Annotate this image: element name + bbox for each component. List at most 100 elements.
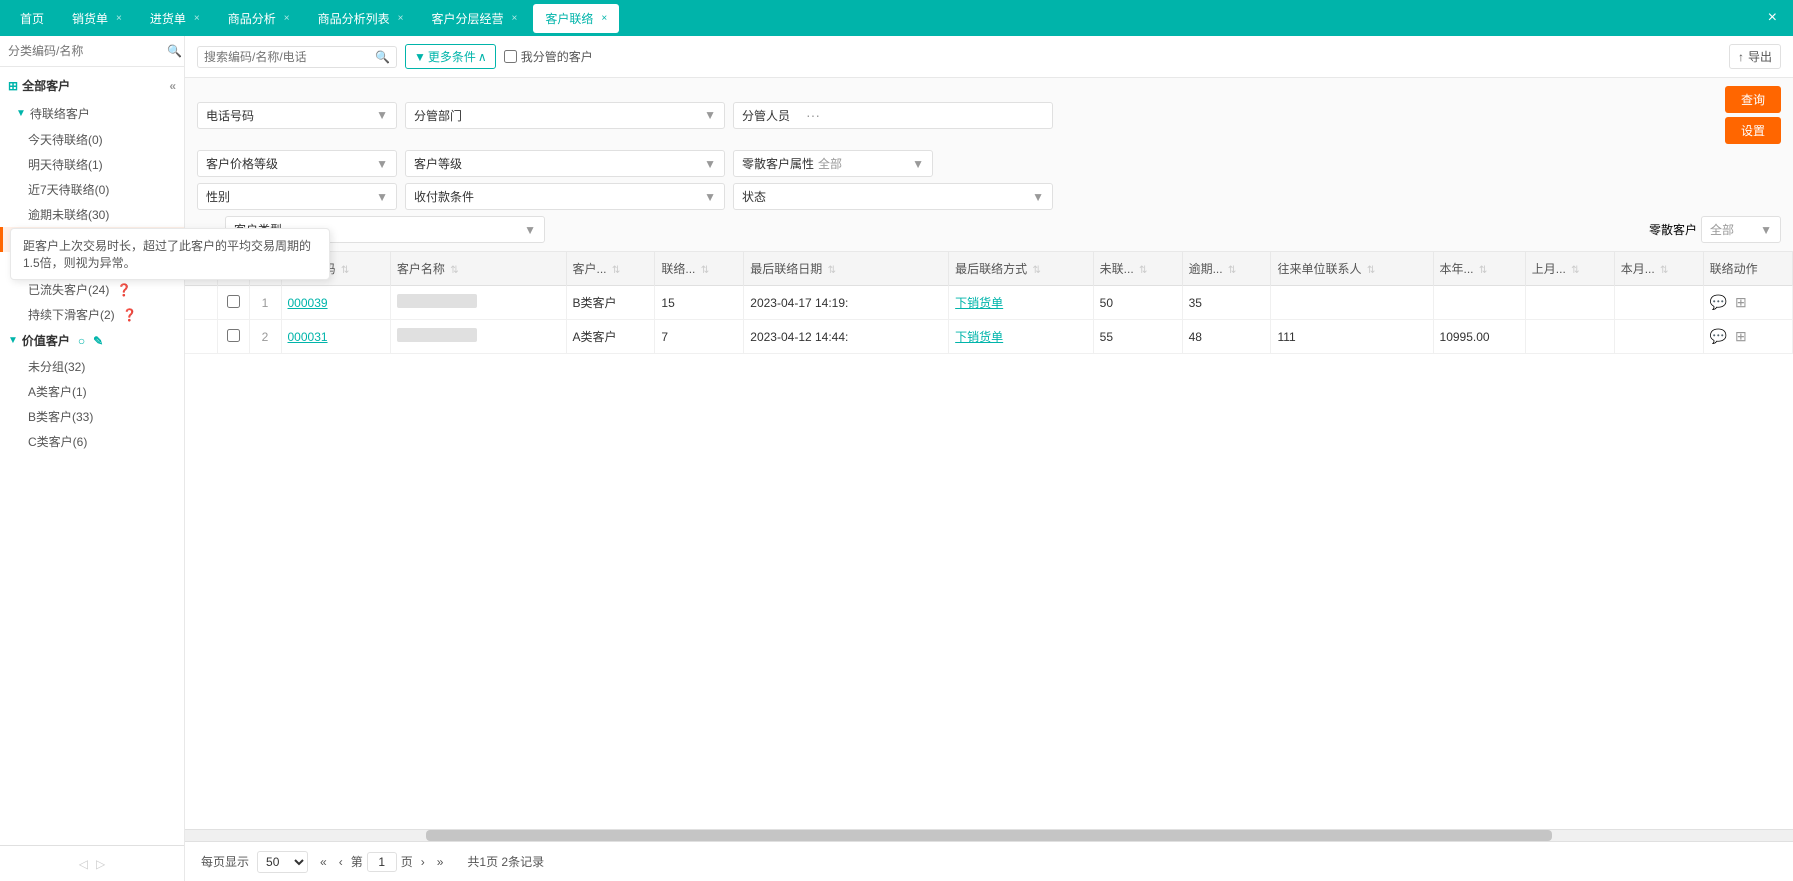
col-customer-type[interactable]: 客户... ⇅ bbox=[566, 252, 655, 286]
col-overdue[interactable]: 逾期... ⇅ bbox=[1182, 252, 1271, 286]
overdue-pending[interactable]: 逾期未联络(30) bbox=[0, 202, 184, 227]
value-customer-edit-icon[interactable]: ○ bbox=[78, 334, 85, 348]
customer-search-icon[interactable]: 🔍 bbox=[375, 50, 390, 64]
settings-button[interactable]: 设置 bbox=[1725, 117, 1781, 144]
row2-unread: 55 bbox=[1093, 320, 1182, 354]
row2-name[interactable] bbox=[390, 320, 566, 354]
customer-search-input[interactable] bbox=[204, 50, 371, 64]
nav-product-analysis-list[interactable]: 商品分析列表 × bbox=[306, 4, 416, 33]
unclassified-customers[interactable]: 未分组(32) bbox=[0, 354, 184, 379]
sidebar-search-icon[interactable]: 🔍 bbox=[167, 44, 182, 58]
row1-checkbox[interactable] bbox=[217, 286, 249, 320]
advanced-filter-panel: 电话号码 ▼ 分管部门 ▼ 分管人员 ··· 查询 设置 bbox=[185, 78, 1793, 252]
more-conditions-btn[interactable]: ▼ 更多条件 ∧ bbox=[405, 44, 496, 69]
per-page-label: 每页显示 bbox=[201, 853, 249, 870]
next-page-btn[interactable]: › bbox=[417, 853, 429, 871]
tomorrow-pending[interactable]: 明天待联络(1) bbox=[0, 152, 184, 177]
branch-dept-filter[interactable]: 分管部门 ▼ bbox=[405, 102, 725, 129]
horizontal-scrollbar[interactable] bbox=[185, 829, 1793, 841]
row1-grid-icon[interactable]: ⊞ bbox=[1735, 294, 1747, 311]
prev-page-btn[interactable]: ‹ bbox=[335, 853, 347, 871]
today-pending[interactable]: 今天待联络(0) bbox=[0, 127, 184, 152]
class-c-customers[interactable]: C类客户(6) bbox=[0, 429, 184, 454]
already-lost-help-icon[interactable]: ❓ bbox=[117, 283, 132, 297]
col-last-contact-method[interactable]: 最后联络方式 ⇅ bbox=[949, 252, 1094, 286]
value-customer-header[interactable]: ▼ 价值客户 ○ ✎ bbox=[0, 327, 184, 354]
class-a-customers[interactable]: A类客户(1) bbox=[0, 379, 184, 404]
row1-chat-icon[interactable]: 💬 bbox=[1710, 294, 1727, 311]
row1-code[interactable]: 000039 bbox=[281, 286, 390, 320]
row2-code[interactable]: 000031 bbox=[281, 320, 390, 354]
already-lost[interactable]: 已流失客户(24) ❓ bbox=[0, 277, 184, 302]
nav-purchase-order[interactable]: 进货单 × bbox=[138, 4, 212, 33]
table-row: 1 000039 B类客户 15 2023-04-17 14:19: 下销货单 bbox=[185, 286, 1793, 320]
row2-last-contact-method[interactable]: 下销货单 bbox=[949, 320, 1094, 354]
last-page-btn[interactable]: » bbox=[433, 853, 448, 871]
per-page-select[interactable]: 50 100 bbox=[257, 851, 308, 873]
nav-product-analysis[interactable]: 商品分析 × bbox=[216, 4, 302, 33]
sidebar-bottom-toggle[interactable]: ◁ ▷ bbox=[0, 845, 184, 881]
nav-customer-segmentation[interactable]: 客户分层经营 × bbox=[419, 4, 529, 33]
sort-customer-type: ⇅ bbox=[612, 265, 620, 276]
nav-customer-contact[interactable]: 客户联络 × bbox=[533, 4, 619, 33]
row2-chat-icon[interactable]: 💬 bbox=[1710, 328, 1727, 345]
value-customer-settings-icon[interactable]: ✎ bbox=[93, 334, 103, 348]
col-this-year[interactable]: 本年... ⇅ bbox=[1433, 252, 1525, 286]
nav-product-analysis-close[interactable]: × bbox=[284, 13, 290, 24]
nav-sales-order-close[interactable]: × bbox=[116, 13, 122, 24]
payment-terms-filter[interactable]: 收付款条件 ▼ bbox=[405, 183, 725, 210]
nav-home[interactable]: 首页 bbox=[8, 4, 56, 33]
nav-customer-segmentation-close[interactable]: × bbox=[511, 13, 517, 24]
nav-product-analysis-list-close[interactable]: × bbox=[398, 13, 404, 24]
week-pending[interactable]: 近7天待联络(0) bbox=[0, 177, 184, 202]
sidebar-search-bar: 🔍 bbox=[0, 36, 184, 67]
query-settings-buttons: 查询 设置 bbox=[1725, 86, 1781, 144]
pending-contact-section[interactable]: ▼ 待联络客户 bbox=[0, 100, 184, 127]
continuous-down[interactable]: 持续下滑客户(2) ❓ bbox=[0, 302, 184, 327]
row2-last-contact-date: 2023-04-12 14:44: bbox=[744, 320, 949, 354]
current-page-input[interactable]: 1 bbox=[367, 852, 397, 872]
row1-action: 💬 ⊞ bbox=[1703, 286, 1792, 320]
first-page-btn[interactable]: « bbox=[316, 853, 331, 871]
row2-checkbox[interactable] bbox=[217, 320, 249, 354]
customer-level-filter[interactable]: 客户等级 ▼ bbox=[405, 150, 725, 177]
all-customers-header[interactable]: ⊞ 全部客户 « bbox=[0, 71, 184, 100]
col-company-contact[interactable]: 往来单位联系人 ⇅ bbox=[1271, 252, 1433, 286]
col-last-month[interactable]: 上月... ⇅ bbox=[1525, 252, 1614, 286]
customer-price-level-filter[interactable]: 客户价格等级 ▼ bbox=[197, 150, 397, 177]
row1-last-contact-method[interactable]: 下销货单 bbox=[949, 286, 1094, 320]
col-last-contact-date[interactable]: 最后联络日期 ⇅ bbox=[744, 252, 949, 286]
nav-purchase-order-close[interactable]: × bbox=[194, 13, 200, 24]
my-customers-checkbox[interactable] bbox=[504, 50, 517, 63]
row1-select-checkbox[interactable] bbox=[227, 295, 240, 308]
customer-price-level-arrow: ▼ bbox=[376, 157, 388, 171]
row2-grid-icon[interactable]: ⊞ bbox=[1735, 328, 1747, 345]
col-contact[interactable]: 联络... ⇅ bbox=[655, 252, 744, 286]
query-button[interactable]: 查询 bbox=[1725, 86, 1781, 113]
row1-name[interactable] bbox=[390, 286, 566, 320]
window-close-button[interactable]: × bbox=[1760, 9, 1785, 27]
sort-this-month: ⇅ bbox=[1660, 265, 1668, 276]
status-filter[interactable]: 状态 ▼ bbox=[733, 183, 1053, 210]
sidebar-right-arrow: ▷ bbox=[96, 857, 105, 871]
retail-customer-filter[interactable]: 全部 ▼ bbox=[1701, 216, 1781, 243]
phone-filter[interactable]: 电话号码 ▼ bbox=[197, 102, 397, 129]
gender-filter[interactable]: 性别 ▼ bbox=[197, 183, 397, 210]
export-button[interactable]: ↑ 导出 bbox=[1729, 44, 1781, 69]
sidebar-search-input[interactable] bbox=[8, 44, 163, 58]
sidebar-collapse-btn[interactable]: « bbox=[169, 79, 176, 93]
gender-arrow: ▼ bbox=[376, 190, 388, 204]
col-this-month[interactable]: 本月... ⇅ bbox=[1614, 252, 1703, 286]
retail-attr-filter[interactable]: 零散客户属性 全部 ▼ bbox=[733, 150, 933, 177]
class-b-customers[interactable]: B类客户(33) bbox=[0, 404, 184, 429]
branch-person-filter[interactable]: 分管人员 ··· bbox=[733, 102, 1053, 129]
nav-sales-order[interactable]: 销货单 × bbox=[60, 4, 134, 33]
my-customers-checkbox-group[interactable]: 我分管的客户 bbox=[504, 48, 593, 65]
continuous-down-help-icon[interactable]: ❓ bbox=[122, 308, 137, 322]
nav-customer-contact-close[interactable]: × bbox=[601, 13, 607, 24]
branch-person-dots[interactable]: ··· bbox=[806, 107, 820, 123]
customer-search-box[interactable]: 🔍 bbox=[197, 46, 397, 68]
col-customer-name[interactable]: 客户名称 ⇅ bbox=[390, 252, 566, 286]
row2-select-checkbox[interactable] bbox=[227, 329, 240, 342]
col-unread[interactable]: 未联... ⇅ bbox=[1093, 252, 1182, 286]
